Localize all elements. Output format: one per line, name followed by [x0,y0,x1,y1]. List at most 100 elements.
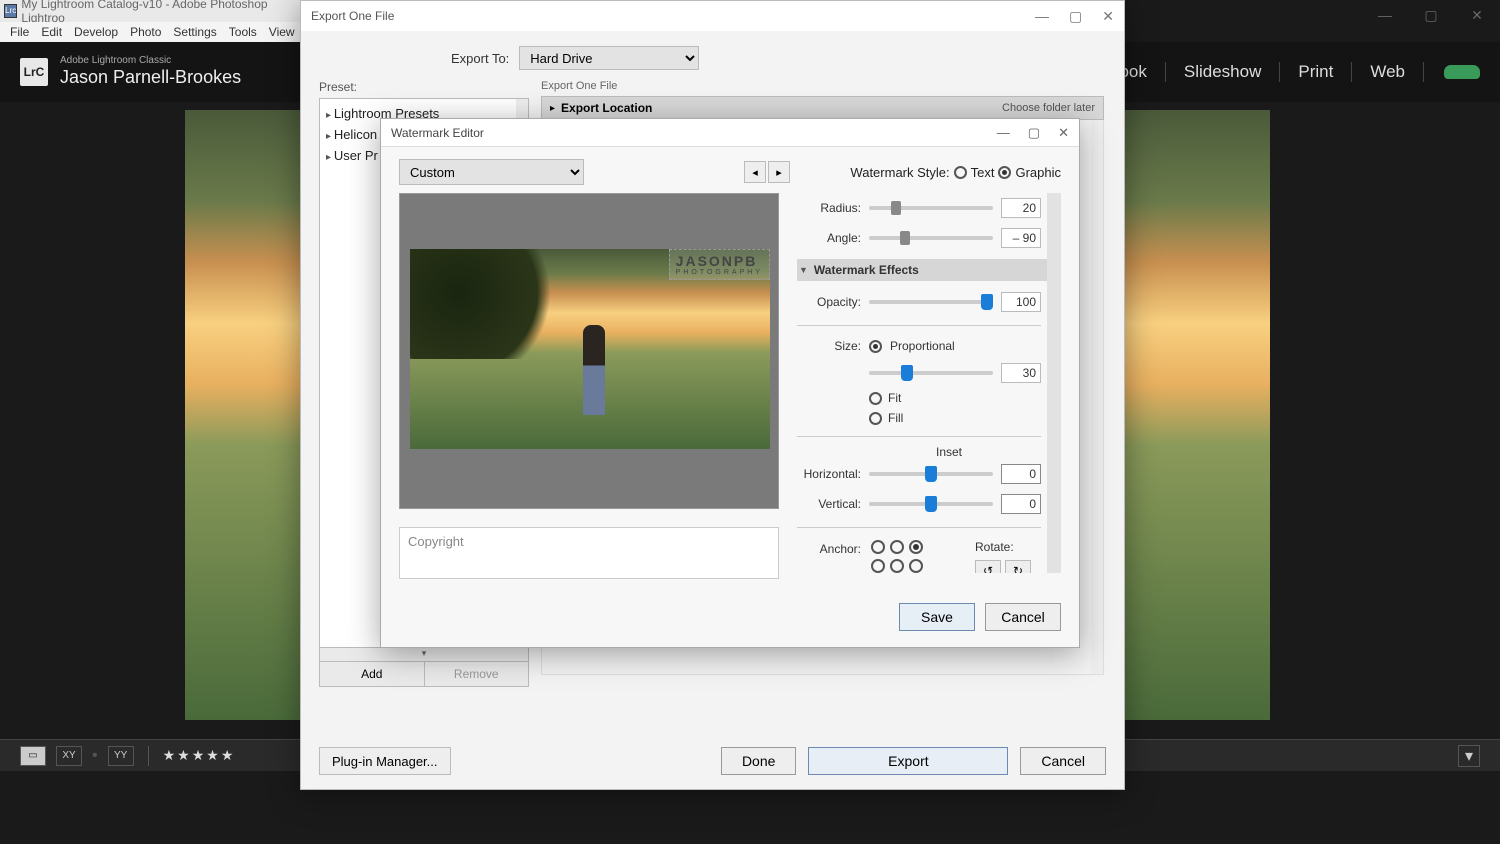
effects-header-text: Watermark Effects [814,263,919,277]
main-close-icon[interactable]: ✕ [1454,0,1500,30]
wm-copyright-input[interactable]: Copyright [399,527,779,579]
wm-titlebar: Watermark Editor — ▢ ✕ [381,119,1079,147]
rotate-cw-button[interactable]: ↻ [1005,560,1031,573]
anchor-tc[interactable] [890,540,904,554]
inset-h-slider[interactable] [869,472,993,476]
menu-view[interactable]: View [264,23,300,41]
app-menubar: File Edit Develop Photo Settings Tools V… [0,22,300,42]
wm-style-text-label: Text [971,165,995,180]
anchor-mc[interactable] [890,559,904,573]
anchor-tl[interactable] [871,540,885,554]
export-to-label: Export To: [451,51,509,66]
wm-cancel-button[interactable]: Cancel [985,603,1061,631]
export-minimize-icon[interactable]: — [1035,8,1049,25]
header-product-name: Adobe Lightroom Classic [60,55,241,67]
chevron-right-icon: ▸ [550,103,555,114]
wm-scroll-down-icon[interactable]: ▾ [1047,559,1061,573]
wm-watermark-overlay[interactable]: JASONPB PHOTOGRAPHY [669,249,770,280]
size-value[interactable]: 30 [1001,363,1041,383]
opacity-value[interactable]: 100 [1001,292,1041,312]
wm-minimize-icon[interactable]: — [997,125,1010,141]
main-window-buttons: — ▢ ✕ [1362,0,1500,30]
menu-file[interactable]: File [5,23,34,41]
size-slider[interactable] [869,371,993,375]
wm-settings-scrollbar[interactable] [1047,433,1061,563]
size-fit-radio[interactable] [869,392,882,405]
done-button[interactable]: Done [721,747,796,775]
wm-preview-frame: JASONPB PHOTOGRAPHY [399,193,779,509]
choose-folder-later: Choose folder later [1002,102,1095,114]
export-titlebar: Export One File — ▢ ✕ [301,1,1124,31]
menu-tools[interactable]: Tools [224,23,262,41]
preset-dropdown-caret[interactable]: ▾ [319,648,529,662]
module-slideshow[interactable]: Slideshow [1166,62,1281,82]
main-maximize-icon[interactable]: ▢ [1408,0,1454,30]
radius-value[interactable]: 20 [1001,198,1041,218]
watermark-editor-dialog: Watermark Editor — ▢ ✕ Custom ◂ ▸ Waterm… [380,118,1080,648]
anchor-grid [871,540,925,573]
preset-label: Preset: [319,80,529,94]
radius-slider[interactable] [869,206,993,210]
inset-v-label: Vertical: [797,497,861,511]
size-fit-label: Fit [888,391,901,405]
export-maximize-icon[interactable]: ▢ [1069,8,1082,25]
wm-prev-button[interactable]: ◂ [744,161,766,183]
preset-add-button[interactable]: Add [320,662,425,686]
wm-style-label: Watermark Style: [850,165,949,180]
export-location-section[interactable]: ▸ Export Location Choose folder later [541,96,1104,120]
angle-label: Angle: [797,231,861,245]
main-minimize-icon[interactable]: — [1362,0,1408,30]
size-label: Size: [797,339,861,353]
anchor-label: Anchor: [797,540,861,556]
size-fill-radio[interactable] [869,412,882,425]
size-proportional-radio[interactable] [869,340,882,353]
wm-logo-line2: PHOTOGRAPHY [676,269,763,276]
chevron-down-icon: ▼ [799,265,808,275]
toolbar-expand-icon[interactable]: ▾ [1458,745,1480,767]
wm-close-icon[interactable]: ✕ [1058,125,1069,141]
wm-preview-person [583,325,605,415]
menu-develop[interactable]: Develop [69,23,123,41]
export-to-select[interactable]: Hard Drive [519,46,699,70]
menu-photo[interactable]: Photo [125,23,166,41]
opacity-slider[interactable] [869,300,993,304]
wm-style-graphic-radio[interactable] [998,166,1011,179]
survey-view-icon[interactable]: YY [108,746,134,766]
menu-edit[interactable]: Edit [36,23,67,41]
angle-value[interactable]: – 90 [1001,228,1041,248]
wm-preset-select[interactable]: Custom [399,159,584,185]
module-web[interactable]: Web [1352,62,1424,82]
anchor-mr[interactable] [909,559,923,573]
wm-style-text-radio[interactable] [954,166,967,179]
export-close-icon[interactable]: ✕ [1102,8,1114,25]
app-titlebar: Lrc My Lightroom Catalog-v10 - Adobe Pho… [0,0,300,22]
radius-label: Radius: [797,201,861,215]
module-print[interactable]: Print [1280,62,1352,82]
wm-scroll-up-icon[interactable]: ▴ [1047,193,1061,207]
wm-preview-image: JASONPB PHOTOGRAPHY [410,249,770,449]
cloud-sync-icon[interactable] [1444,65,1480,79]
inset-h-value[interactable]: 0 [1001,464,1041,484]
angle-slider[interactable] [869,236,993,240]
anchor-ml[interactable] [871,559,885,573]
lightroom-logo: LrC [20,58,48,86]
wm-maximize-icon[interactable]: ▢ [1028,125,1040,141]
grid-view-icon[interactable]: ▭ [20,746,46,766]
export-button[interactable]: Export [808,747,1008,775]
inset-v-value[interactable]: 0 [1001,494,1041,514]
wm-next-button[interactable]: ▸ [768,161,790,183]
export-cancel-button[interactable]: Cancel [1020,747,1106,775]
inset-label: Inset [797,445,1041,459]
inset-v-slider[interactable] [869,502,993,506]
anchor-tr[interactable] [909,540,923,554]
menu-settings[interactable]: Settings [168,23,221,41]
preset-remove-button[interactable]: Remove [425,662,529,686]
plugin-manager-button[interactable]: Plug-in Manager... [319,747,451,775]
rating-stars[interactable]: ★★★★★ [163,747,236,764]
rotate-ccw-button[interactable]: ↺ [975,560,1001,573]
wm-save-button[interactable]: Save [899,603,975,631]
watermark-effects-header[interactable]: ▼ Watermark Effects [797,259,1047,281]
size-fill-label: Fill [888,411,903,425]
compare-view-icon[interactable]: XY [56,746,82,766]
export-right-scrollbar[interactable] [1091,120,1103,674]
